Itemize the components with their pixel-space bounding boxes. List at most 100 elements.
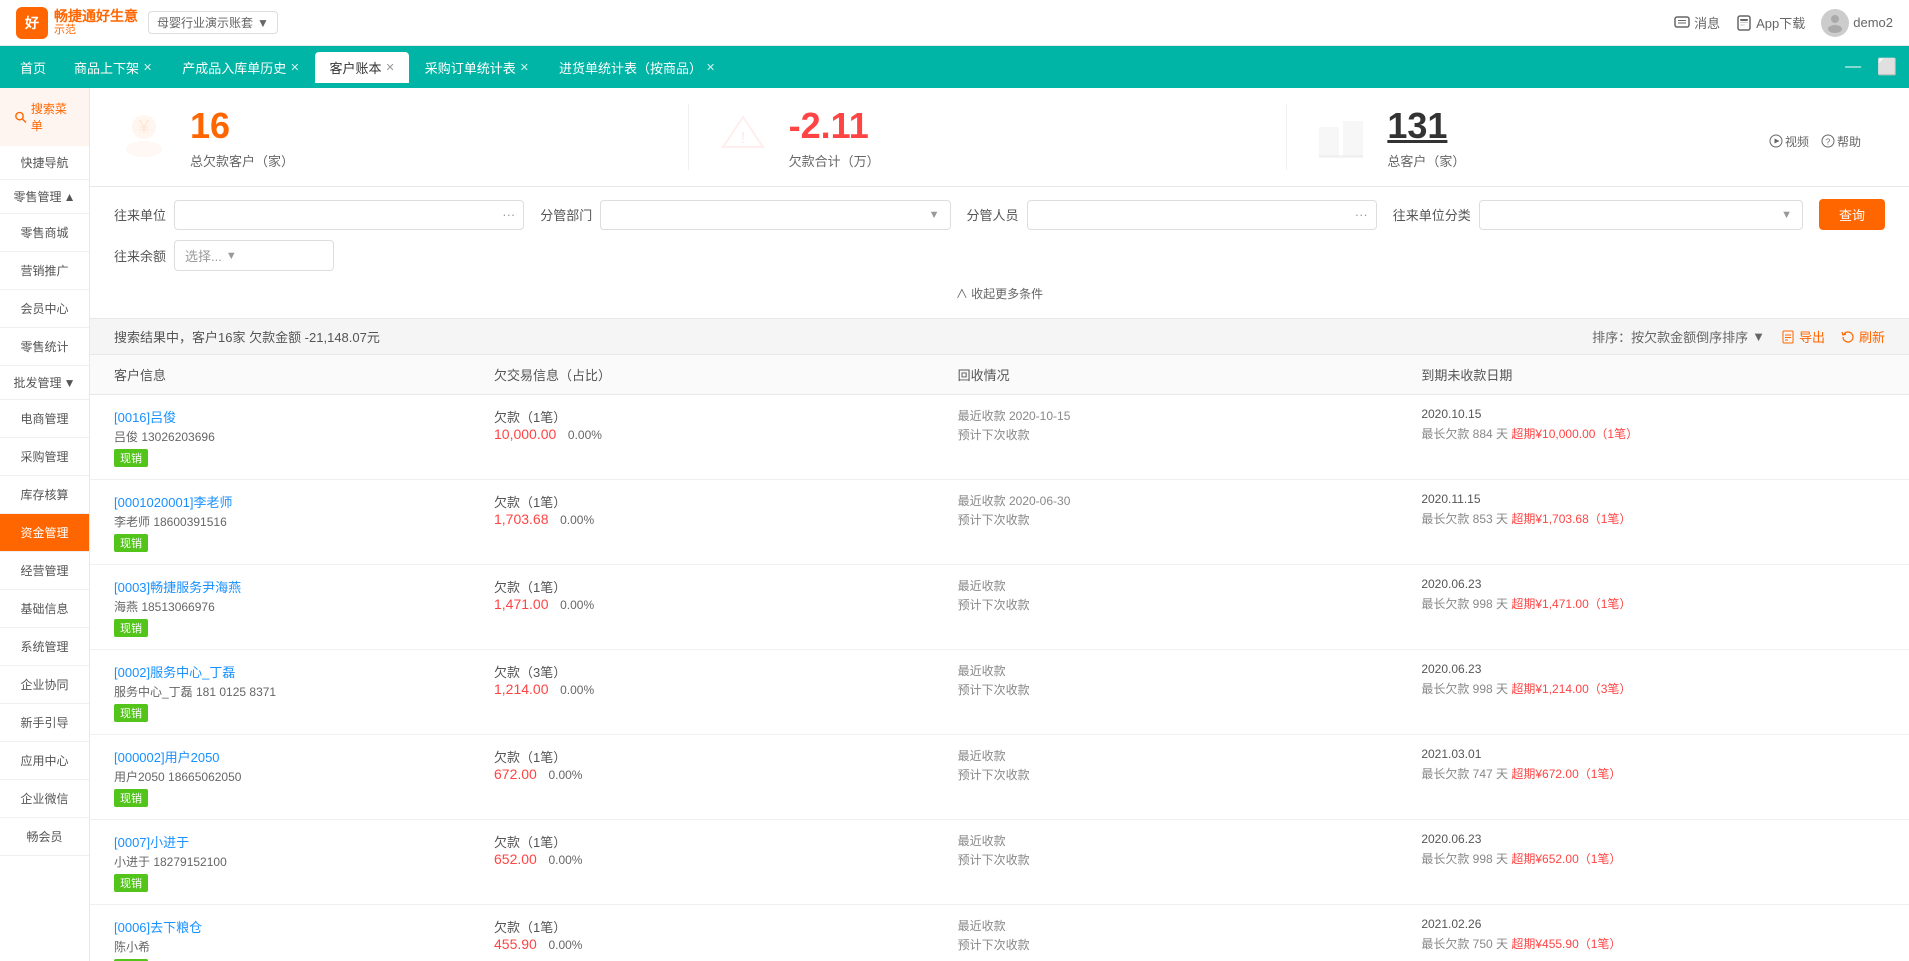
- tab-purchase[interactable]: 采购订单统计表 ✕: [411, 52, 543, 83]
- nav-minimize-btn[interactable]: —: [1841, 54, 1865, 80]
- recovery-row2-5: 预计下次收款: [958, 851, 1422, 868]
- tab-production-close[interactable]: ✕: [290, 61, 299, 74]
- overdue-link-6[interactable]: 超期¥455.90（1笔）: [1511, 937, 1621, 951]
- sidebar-item-system[interactable]: 系统管理: [0, 628, 89, 666]
- app-download-btn[interactable]: App下载: [1736, 13, 1805, 32]
- sidebar-item-inventory[interactable]: 库存核算: [0, 476, 89, 514]
- debt-amount-3[interactable]: 1,214.00: [494, 681, 549, 697]
- customer-phone-6: 陈小希: [114, 938, 494, 955]
- help-btn[interactable]: ? 帮助: [1821, 133, 1861, 150]
- tab-stock-close[interactable]: ✕: [706, 61, 715, 74]
- customer-id-3[interactable]: [0002]服务中心_丁磊: [114, 662, 494, 681]
- sidebar-item-marketing[interactable]: 营销推广: [0, 252, 89, 290]
- customer-tag-1: 现销: [114, 534, 148, 552]
- sidebar-item-retail-mgmt[interactable]: 零售管理 ▲: [0, 180, 89, 214]
- unit-category-input[interactable]: ▼: [1479, 200, 1803, 230]
- sort-btn[interactable]: 排序：按欠款金额倒序排序 ▼: [1592, 327, 1765, 346]
- customer-phone-1: 李老师 18600391516: [114, 513, 494, 530]
- customer-phone-0: 吕俊 13026203696: [114, 428, 494, 445]
- customer-id-6[interactable]: [0006]去下粮仓: [114, 917, 494, 936]
- recovery-row2-3: 预计下次收款: [958, 681, 1422, 698]
- collapse-btn[interactable]: ∧ 收起更多条件: [114, 281, 1885, 306]
- overdue-link-0[interactable]: 超期¥10,000.00（1笔）: [1511, 427, 1638, 441]
- tab-products-close[interactable]: ✕: [143, 61, 152, 74]
- overdue-date-3: 2020.06.23: [1421, 662, 1885, 676]
- debt-amount-0[interactable]: 10,000.00: [494, 426, 556, 442]
- balance-input[interactable]: 选择... ▼: [174, 240, 334, 271]
- source-unit-input[interactable]: ···: [174, 200, 524, 230]
- tab-stock[interactable]: 进货单统计表（按商品） ✕: [545, 52, 729, 83]
- logo-subtitle: 示范: [54, 24, 138, 37]
- tab-purchase-close[interactable]: ✕: [520, 61, 529, 74]
- newbie-label: 新手引导: [20, 716, 68, 730]
- customer-id-5[interactable]: [0007]小进于: [114, 832, 494, 851]
- debt-amount-4[interactable]: 672.00: [494, 766, 537, 782]
- tab-customer[interactable]: 客户账本 ✕: [315, 52, 408, 83]
- tab-production-label: 产成品入库单历史: [182, 58, 286, 77]
- tab-products[interactable]: 商品上下架 ✕: [60, 52, 166, 83]
- debt-amount-5[interactable]: 652.00: [494, 851, 537, 867]
- sidebar-item-retail-mall[interactable]: 零售商城: [0, 214, 89, 252]
- company-select[interactable]: 母婴行业演示账套 ▼: [148, 11, 278, 34]
- company-dropdown-icon: ▼: [257, 16, 269, 30]
- sidebar-item-operations[interactable]: 经营管理: [0, 552, 89, 590]
- sidebar-item-membership[interactable]: 会员中心: [0, 290, 89, 328]
- stat-label-debt: 欠款合计（万）: [789, 151, 880, 170]
- sidebar-item-enterprise[interactable]: 企业协同: [0, 666, 89, 704]
- message-btn[interactable]: 消息: [1674, 13, 1720, 32]
- nav-maximize-btn[interactable]: ⬜: [1873, 53, 1901, 81]
- user-area[interactable]: demo2: [1821, 9, 1893, 37]
- debt-amount-2[interactable]: 1,471.00: [494, 596, 549, 612]
- customer-id-0[interactable]: [0016]吕俊: [114, 407, 494, 426]
- company-name: 母婴行业演示账套: [157, 14, 253, 31]
- overdue-link-3[interactable]: 超期¥1,214.00（3笔）: [1511, 682, 1631, 696]
- overdue-link-4[interactable]: 超期¥672.00（1笔）: [1511, 767, 1621, 781]
- overdue-days-6: 最长欠款 750 天: [1421, 937, 1511, 951]
- sidebar-item-purchase[interactable]: 采购管理: [0, 438, 89, 476]
- stat-number-debt: -2.11: [789, 104, 880, 147]
- recovery-label1-1: 最近收款 2020-06-30: [958, 492, 1071, 509]
- overdue-link-5[interactable]: 超期¥652.00（1笔）: [1511, 852, 1621, 866]
- overdue-link-1[interactable]: 超期¥1,703.68（1笔）: [1511, 512, 1631, 526]
- sidebar-item-newbie[interactable]: 新手引导: [0, 704, 89, 742]
- search-btn[interactable]: 查询: [1819, 199, 1885, 230]
- tab-production[interactable]: 产成品入库单历史 ✕: [168, 52, 313, 83]
- sidebar-item-weixin[interactable]: 企业微信: [0, 780, 89, 818]
- dept-input[interactable]: ▼: [600, 200, 950, 230]
- customer-id-1[interactable]: [0001020001]李老师: [114, 492, 494, 511]
- refresh-btn[interactable]: 刷新: [1841, 327, 1885, 346]
- retail-mgmt-arrow: ▲: [64, 190, 76, 204]
- sidebar-item-member[interactable]: 畅会员: [0, 818, 89, 856]
- customer-tag-0: 现销: [114, 449, 148, 467]
- col-header-debt: 欠交易信息（占比）: [494, 365, 958, 384]
- search-menu-btn[interactable]: 搜索菜单: [6, 96, 83, 138]
- sidebar-item-basic-info[interactable]: 基础信息: [0, 590, 89, 628]
- debt-amount-6[interactable]: 455.90: [494, 936, 537, 952]
- user-name: demo2: [1853, 15, 1893, 30]
- recovery-label1-2: 最近收款: [958, 577, 1006, 594]
- customer-id-2[interactable]: [0003]畅捷服务尹海燕: [114, 577, 494, 596]
- customer-tag-4: 现销: [114, 789, 148, 807]
- tab-home[interactable]: 首页: [8, 52, 58, 83]
- avatar: [1821, 9, 1849, 37]
- overdue-link-2[interactable]: 超期¥1,471.00（1笔）: [1511, 597, 1631, 611]
- sidebar-item-finance[interactable]: 资金管理: [0, 514, 89, 552]
- export-btn[interactable]: 导出: [1781, 327, 1825, 346]
- sidebar-item-quick-nav[interactable]: 快捷导航: [0, 146, 89, 180]
- customer-tag-2: 现销: [114, 619, 148, 637]
- customer-id-4[interactable]: [000002]用户2050: [114, 747, 494, 766]
- debt-cell-1: 欠款（1笔） 1,703.68 0.00%: [494, 492, 958, 527]
- table-body: [0016]吕俊 吕俊 13026203696 现销 欠款（1笔） 10,000…: [90, 395, 1909, 961]
- sidebar-item-apps[interactable]: 应用中心: [0, 742, 89, 780]
- stat-card-debt: ! -2.11 欠款合计（万）: [689, 104, 1288, 170]
- sidebar-item-retail-stats[interactable]: 零售统计: [0, 328, 89, 366]
- manager-input[interactable]: ···: [1027, 200, 1377, 230]
- sidebar-item-wholesale-mgmt[interactable]: 批发管理 ▼: [0, 366, 89, 400]
- video-btn[interactable]: 视频: [1769, 133, 1809, 150]
- debt-amount-1[interactable]: 1,703.68: [494, 511, 549, 527]
- tab-home-label: 首页: [20, 58, 46, 77]
- sidebar-item-ecommerce[interactable]: 电商管理: [0, 400, 89, 438]
- tab-customer-close[interactable]: ✕: [386, 61, 395, 74]
- top-bar: 好 畅捷通好生意 示范 母婴行业演示账套 ▼ 消息 App下载 demo2: [0, 0, 1909, 46]
- source-unit-label: 往来单位: [114, 205, 166, 224]
